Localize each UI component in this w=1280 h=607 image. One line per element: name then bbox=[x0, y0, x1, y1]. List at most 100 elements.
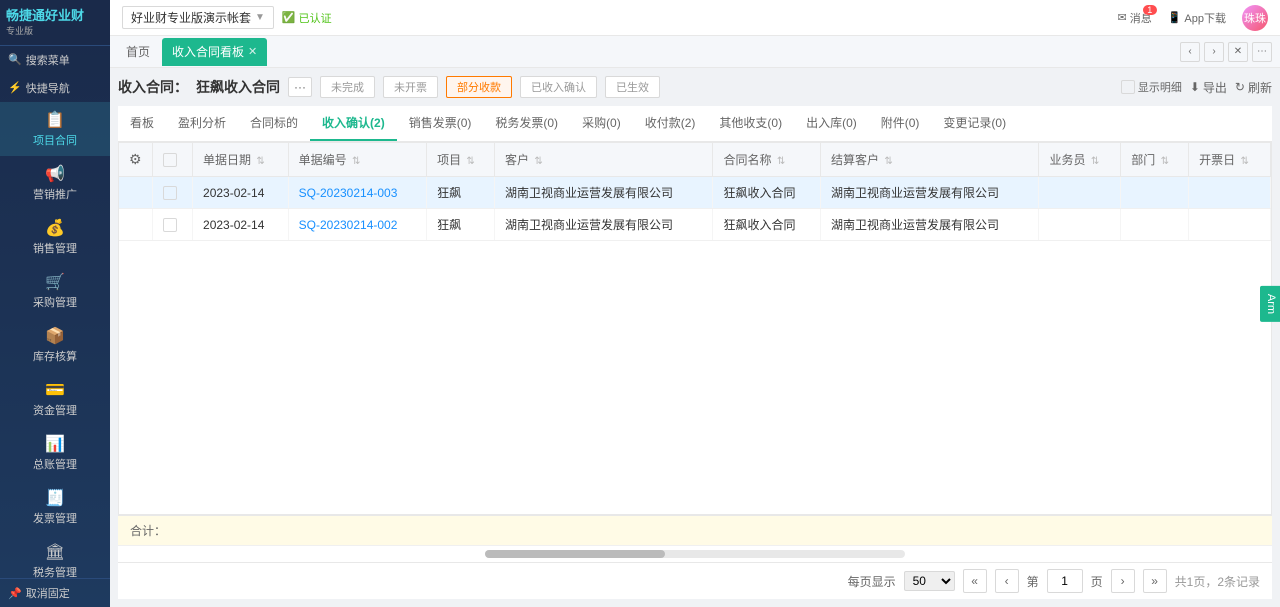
tab-nav-close[interactable]: ✕ bbox=[1228, 42, 1248, 62]
subtab-profit[interactable]: 盈利分析 bbox=[166, 106, 238, 141]
th-salesperson[interactable]: 业务员 ⇅ bbox=[1039, 143, 1121, 177]
tab-close-icon[interactable]: ✕ bbox=[248, 45, 257, 58]
subtab-sales-invoice[interactable]: 销售发票(0) bbox=[397, 106, 484, 141]
th-project[interactable]: 项目 ⇅ bbox=[427, 143, 495, 177]
subtab-revenue[interactable]: 收入确认(2) bbox=[310, 106, 397, 141]
sidebar-item-inventory[interactable]: 📦 库存核算 bbox=[0, 318, 110, 372]
sidebar-item-accounting[interactable]: 📊 总账管理 bbox=[0, 426, 110, 480]
sidebar-item-project[interactable]: 📋 项目合同 bbox=[0, 102, 110, 156]
sidebar-item-purchase[interactable]: 🛒 采购管理 bbox=[0, 264, 110, 318]
sort-dept-icon[interactable]: ⇅ bbox=[1161, 156, 1169, 167]
app-download-button[interactable]: 📱 App下载 bbox=[1168, 10, 1226, 26]
pagination-bar: 每页显示 20 50 100 « ‹ 第 页 › » 共1页，2条记录 bbox=[118, 562, 1272, 599]
export-icon: ⬇ bbox=[1190, 80, 1200, 94]
scrollbar-thumb[interactable] bbox=[485, 550, 665, 558]
status-partial-btn[interactable]: 部分收款 bbox=[446, 76, 512, 98]
message-button[interactable]: ✉ 1 消息 bbox=[1118, 10, 1152, 26]
subtab-payment[interactable]: 收付款(2) bbox=[633, 106, 708, 141]
subtab-tax-invoice[interactable]: 税务发票(0) bbox=[483, 106, 570, 141]
tab-home[interactable]: 首页 bbox=[118, 43, 158, 60]
detail-checkbox-input[interactable] bbox=[1121, 80, 1135, 94]
sidebar-item-tax[interactable]: 🏛 税务管理 bbox=[0, 534, 110, 578]
th-invoice-date[interactable]: 开票日 ⇅ bbox=[1189, 143, 1271, 177]
sidebar-unpin[interactable]: 📌 取消固定 bbox=[0, 578, 110, 607]
tabbar-nav: ‹ › ✕ ⋯ bbox=[1180, 42, 1272, 62]
sort-date-icon[interactable]: ⇅ bbox=[256, 156, 264, 167]
subtab-purchase[interactable]: 采购(0) bbox=[570, 106, 633, 141]
sort-settle-icon[interactable]: ⇅ bbox=[884, 156, 892, 167]
page-number-input[interactable] bbox=[1047, 569, 1083, 593]
status-confirmed-btn[interactable]: 已收入确认 bbox=[520, 76, 597, 98]
page-size-select[interactable]: 20 50 100 bbox=[904, 571, 955, 591]
subtab-other[interactable]: 其他收支(0) bbox=[707, 106, 794, 141]
th-checkbox[interactable] bbox=[152, 143, 192, 177]
sort-customer-icon[interactable]: ⇅ bbox=[534, 156, 542, 167]
user-avatar[interactable]: 珠珠 bbox=[1242, 5, 1268, 31]
select-all-checkbox[interactable] bbox=[163, 153, 177, 167]
th-settle-customer[interactable]: 结算客户 ⇅ bbox=[820, 143, 1039, 177]
page-prev-button[interactable]: ‹ bbox=[995, 569, 1019, 593]
sort-project-icon[interactable]: ⇅ bbox=[466, 156, 474, 167]
tab-nav-prev[interactable]: ‹ bbox=[1180, 42, 1200, 62]
row-checkbox-1[interactable] bbox=[163, 186, 177, 200]
more-options-button[interactable]: ··· bbox=[288, 77, 312, 97]
td-number-1[interactable]: SQ-20230214-003 bbox=[288, 177, 426, 209]
table-header-row: ⚙ 单据日期 ⇅ 单据编号 ⇅ 项目 ⇅ 客户 ⇅ 合同名称 ⇅ 结算客户 ⇅ … bbox=[119, 143, 1271, 177]
status-effective-btn[interactable]: 已生效 bbox=[605, 76, 660, 98]
doc-link-2[interactable]: SQ-20230214-002 bbox=[299, 218, 398, 232]
th-customer[interactable]: 客户 ⇅ bbox=[494, 143, 713, 177]
status-uninvoiced-btn[interactable]: 未开票 bbox=[383, 76, 438, 98]
status-incomplete-btn[interactable]: 未完成 bbox=[320, 76, 375, 98]
row-checkbox-2[interactable] bbox=[163, 218, 177, 232]
company-selector[interactable]: 好业财专业版演示帐套 ▼ bbox=[122, 6, 274, 29]
data-table-wrapper[interactable]: ⚙ 单据日期 ⇅ 单据编号 ⇅ 项目 ⇅ 客户 ⇅ 合同名称 ⇅ 结算客户 ⇅ … bbox=[118, 142, 1272, 515]
check-icon: ✅ bbox=[282, 11, 296, 24]
doc-link-1[interactable]: SQ-20230214-003 bbox=[299, 186, 398, 200]
contract-title-label: 收入合同： bbox=[118, 77, 188, 97]
app-download-label: App下载 bbox=[1184, 10, 1226, 26]
search-icon: 🔍 bbox=[8, 53, 22, 66]
content-area: 收入合同： 狂飙收入合同 ··· 未完成 未开票 部分收款 已收入确认 已生效 … bbox=[110, 68, 1280, 607]
right-tool-panel: Arm bbox=[1260, 285, 1280, 321]
sort-sales-icon[interactable]: ⇅ bbox=[1091, 156, 1099, 167]
th-settings[interactable]: ⚙ bbox=[119, 143, 152, 177]
show-detail-checkbox[interactable]: 显示明细 bbox=[1121, 79, 1182, 95]
tab-income-contract[interactable]: 收入合同看板 ✕ bbox=[162, 38, 267, 66]
sidebar-search-item[interactable]: 🔍 搜索菜单 bbox=[0, 46, 110, 74]
tab-nav-more[interactable]: ⋯ bbox=[1252, 42, 1272, 62]
page-next-button[interactable]: › bbox=[1111, 569, 1135, 593]
sidebar-quicknav[interactable]: ⚡ 快捷导航 bbox=[0, 74, 110, 102]
export-button[interactable]: ⬇ 导出 bbox=[1190, 79, 1227, 96]
right-tool-button[interactable]: Arm bbox=[1260, 285, 1280, 321]
sidebar-item-funds[interactable]: 💳 资金管理 bbox=[0, 372, 110, 426]
th-date[interactable]: 单据日期 ⇅ bbox=[193, 143, 289, 177]
settings-gear-icon[interactable]: ⚙ bbox=[129, 151, 142, 167]
page-first-button[interactable]: « bbox=[963, 569, 987, 593]
horizontal-scrollbar[interactable] bbox=[485, 550, 905, 558]
refresh-label: 刷新 bbox=[1248, 79, 1272, 96]
sidebar-item-marketing[interactable]: 📢 营销推广 bbox=[0, 156, 110, 210]
page-last-button[interactable]: » bbox=[1143, 569, 1167, 593]
table-row[interactable]: 2023-02-14 SQ-20230214-002 狂飙 湖南卫视商业运营发展… bbox=[119, 209, 1271, 241]
sidebar-item-invoice[interactable]: 🧾 发票管理 bbox=[0, 480, 110, 534]
th-number[interactable]: 单据编号 ⇅ bbox=[288, 143, 426, 177]
sidebar-item-sales[interactable]: 💰 销售管理 bbox=[0, 210, 110, 264]
sort-contract-icon[interactable]: ⇅ bbox=[777, 156, 785, 167]
subtab-warehouse[interactable]: 出入库(0) bbox=[794, 106, 869, 141]
sort-number-icon[interactable]: ⇅ bbox=[352, 156, 360, 167]
subtab-kanban[interactable]: 看板 bbox=[118, 106, 166, 141]
refresh-button[interactable]: ↻ 刷新 bbox=[1235, 79, 1272, 96]
td-date-2: 2023-02-14 bbox=[193, 209, 289, 241]
th-contract-name[interactable]: 合同名称 ⇅ bbox=[713, 143, 821, 177]
table-row[interactable]: 2023-02-14 SQ-20230214-003 狂飙 湖南卫视商业运营发展… bbox=[119, 177, 1271, 209]
subtab-attachment[interactable]: 附件(0) bbox=[869, 106, 932, 141]
subtab-target[interactable]: 合同标的 bbox=[238, 106, 310, 141]
subtab-changes[interactable]: 变更记录(0) bbox=[931, 106, 1018, 141]
tab-nav-next[interactable]: › bbox=[1204, 42, 1224, 62]
sort-inv-date-icon[interactable]: ⇅ bbox=[1240, 156, 1248, 167]
sidebar-bottom-label: 取消固定 bbox=[26, 585, 70, 601]
th-department[interactable]: 部门 ⇅ bbox=[1121, 143, 1189, 177]
sidebar-item-label: 总账管理 bbox=[33, 456, 77, 472]
td-number-2[interactable]: SQ-20230214-002 bbox=[288, 209, 426, 241]
sum-bar: 合计： bbox=[118, 515, 1272, 545]
